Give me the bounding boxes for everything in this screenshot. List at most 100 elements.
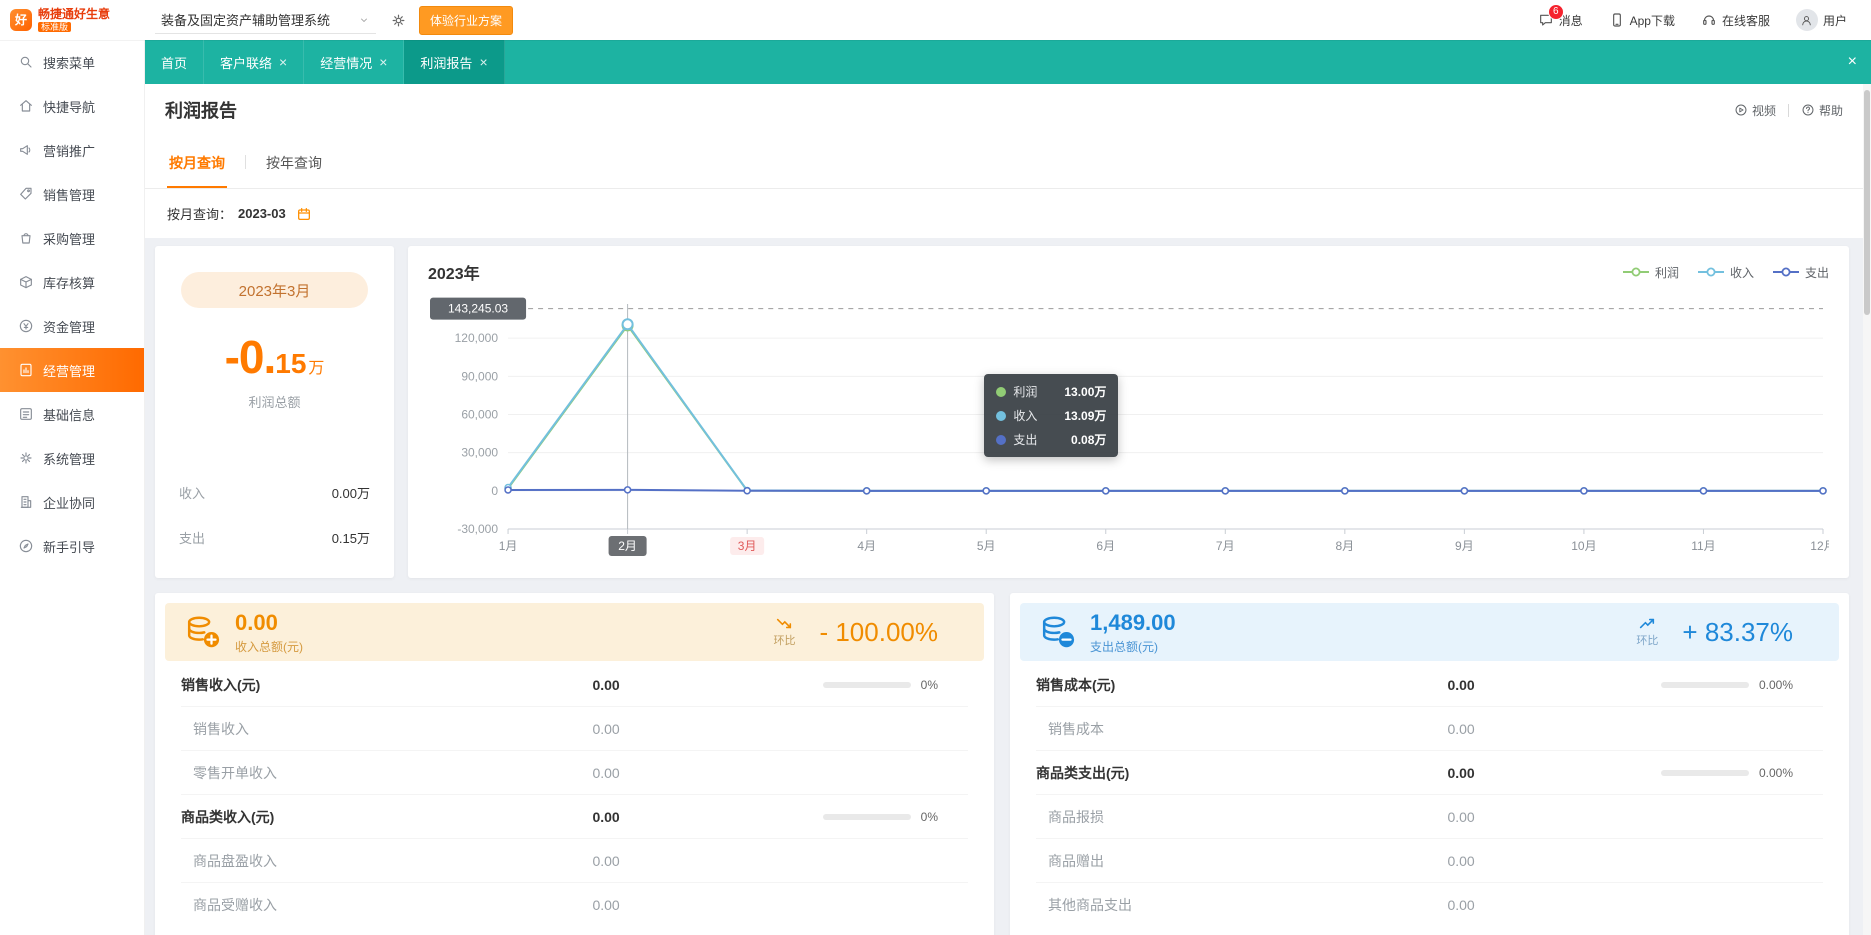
trend-up-icon — [1636, 616, 1658, 631]
calendar-icon[interactable] — [296, 206, 312, 222]
query-tab[interactable]: 按年查询 — [264, 138, 324, 188]
account-row-value: 0.00 — [1447, 897, 1475, 913]
tooltip-series-value: 13.09万 — [1064, 409, 1107, 423]
system-select-value: 装备及固定资产辅助管理系统 — [161, 13, 331, 28]
workspace-tab[interactable]: 利润报告 × — [404, 40, 505, 84]
sidebar-item-label: 采购管理 — [43, 231, 96, 247]
settings-gear-icon[interactable] — [390, 12, 407, 29]
app-download-label: App下载 — [1629, 13, 1675, 28]
expense-rows: 销售成本(元) 0.00 0.00% 销售成本 0.00 商品类支出(元) 0.00 0.00… — [1010, 661, 1849, 927]
video-label: 视频 — [1751, 103, 1776, 118]
svg-text:-30,000: -30,000 — [457, 522, 498, 536]
sidebar-item-search[interactable]: 搜索菜单 — [0, 40, 144, 84]
close-tab-icon[interactable]: × — [279, 55, 287, 69]
account-row-label: 销售收入 — [193, 720, 249, 737]
page-header: 利润报告 视频 帮助 按月查询 按年查询 按月查询： 2023-03 — [145, 84, 1863, 238]
svg-text:6月: 6月 — [1096, 539, 1115, 553]
account-row: 其他商品支出 0.00 — [1036, 883, 1823, 927]
legend-item[interactable]: 收入 — [1697, 264, 1754, 281]
account-row: 零售开单收入 0.00 — [181, 751, 968, 795]
sidebar-item-enterprise[interactable]: 企业协同 — [0, 480, 144, 524]
account-row-value: 0.00 — [592, 808, 620, 825]
svg-text:90,000: 90,000 — [461, 369, 498, 383]
workspace-tab[interactable]: 客户联络 × — [204, 40, 305, 84]
sidebar-item-label: 搜索菜单 — [43, 55, 96, 71]
legend-item[interactable]: 支出 — [1772, 264, 1829, 281]
close-tab-icon[interactable]: × — [379, 55, 387, 69]
sidebar-item-label: 企业协同 — [43, 495, 96, 511]
enterprise-icon — [18, 494, 34, 510]
close-tab-icon[interactable]: × — [479, 55, 487, 69]
sidebar-item-label: 库存核算 — [43, 275, 96, 291]
legend-marker-icon — [1772, 267, 1799, 277]
account-row-label: 销售收入(元) — [181, 676, 261, 693]
date-filter-value[interactable]: 2023-03 — [238, 206, 286, 221]
sidebar-menu: 搜索菜单快捷导航 营销推广 销售管理采购管理库存核算资金管理经营管理 基础信息 系统管理… — [0, 40, 145, 935]
expense-card: 1,489.00 支出总额(元) 环比 + 83.37% 销售成本(元) 0.00… — [1010, 593, 1849, 935]
svg-text:60,000: 60,000 — [461, 408, 498, 422]
user-menu[interactable]: 用户 — [1795, 9, 1847, 31]
account-row: 销售成本 0.00 — [1036, 707, 1823, 751]
profit-amount-main: -0. — [224, 331, 277, 383]
scrollbar-thumb[interactable] — [1864, 90, 1870, 315]
profit-amount: -0. 15 万 — [173, 330, 376, 384]
income-total-label: 收入总额(元) — [235, 639, 303, 654]
sidebar-item-funds[interactable]: 资金管理 — [0, 304, 144, 348]
account-row-value: 0.00 — [1447, 764, 1475, 781]
query-tab[interactable]: 按月查询 — [167, 138, 227, 188]
sidebar-item-purchase[interactable]: 采购管理 — [0, 216, 144, 260]
svg-text:10月: 10月 — [1571, 539, 1596, 553]
profit-line-chart[interactable]: -30,000 0 30,000 60,000 90,000 120,000 1月 2月 3月 4… — [428, 286, 1829, 564]
system-select[interactable]: 装备及固定资产辅助管理系统 — [155, 6, 377, 34]
income-ratio-value: - 100.00% — [819, 616, 938, 647]
sidebar-item-sales[interactable]: 销售管理 — [0, 172, 144, 216]
workspace-tab[interactable]: 经营情况 × — [304, 40, 405, 84]
app-download-button[interactable]: App下载 — [1609, 12, 1675, 29]
account-row: 销售收入(元) 0.00 0% — [181, 663, 968, 707]
workspace-tab[interactable]: 首页 — [145, 40, 205, 84]
sidebar-item-business[interactable]: 经营管理 — [0, 348, 144, 392]
sidebar-item-label: 资金管理 — [43, 319, 96, 335]
brand[interactable]: 好 畅捷通好生意 标准版 — [0, 6, 145, 33]
chart-body[interactable]: -30,000 0 30,000 60,000 90,000 120,000 1月 2月 3月 4… — [428, 286, 1829, 564]
video-link[interactable]: 视频 — [1734, 102, 1776, 119]
trial-solution-button[interactable]: 体验行业方案 — [419, 5, 514, 35]
brand-logo-icon: 好 — [10, 8, 32, 31]
legend-marker-icon — [1622, 267, 1649, 277]
account-row-extra: 0.00% — [1593, 678, 1823, 692]
brand-text: 畅捷通好生意 标准版 — [38, 6, 111, 33]
sidebar-item-inventory[interactable]: 库存核算 — [0, 260, 144, 304]
inventory-icon — [18, 274, 34, 290]
coins-plus-icon — [183, 613, 221, 651]
system-icon — [18, 450, 34, 466]
progress-bar — [822, 681, 911, 688]
series-dot-icon — [996, 410, 1007, 421]
close-all-tabs-icon[interactable]: × — [1834, 40, 1871, 84]
account-row-extra: 0% — [738, 678, 968, 692]
messages-button[interactable]: 6 消息 — [1538, 4, 1583, 29]
chevron-down-icon — [358, 14, 370, 26]
percent-label: 0% — [920, 809, 938, 824]
online-service-button[interactable]: 在线客服 — [1701, 12, 1770, 29]
online-service-label: 在线客服 — [1721, 13, 1770, 28]
svg-text:4月: 4月 — [857, 539, 876, 553]
date-filter-label: 按月查询： — [167, 207, 233, 222]
sidebar-item-info[interactable]: 基础信息 — [0, 392, 144, 436]
sidebar-item-nav[interactable]: 快捷导航 — [0, 84, 144, 128]
sidebar-item-system[interactable]: 系统管理 — [0, 436, 144, 480]
headset-icon — [1701, 12, 1717, 28]
svg-text:143,245.03: 143,245.03 — [448, 302, 508, 316]
account-row-value: 0.00 — [592, 676, 620, 693]
purchase-icon — [18, 230, 34, 246]
workspace-tab-label: 利润报告 — [420, 55, 473, 71]
sidebar-item-promo[interactable]: 营销推广 — [0, 128, 144, 172]
sidebar-item-guide[interactable]: 新手引导 — [0, 524, 144, 568]
legend-label: 利润 — [1654, 265, 1679, 280]
brand-name: 畅捷通好生意 — [38, 6, 111, 21]
tooltip-row: 支出 0.08万 — [996, 431, 1106, 448]
help-link[interactable]: 帮助 — [1801, 102, 1843, 119]
tabbar-spacer — [505, 40, 1834, 84]
percent-label: 0% — [920, 677, 938, 692]
legend-item[interactable]: 利润 — [1622, 264, 1679, 281]
workspace-tab-label: 客户联络 — [220, 55, 273, 71]
